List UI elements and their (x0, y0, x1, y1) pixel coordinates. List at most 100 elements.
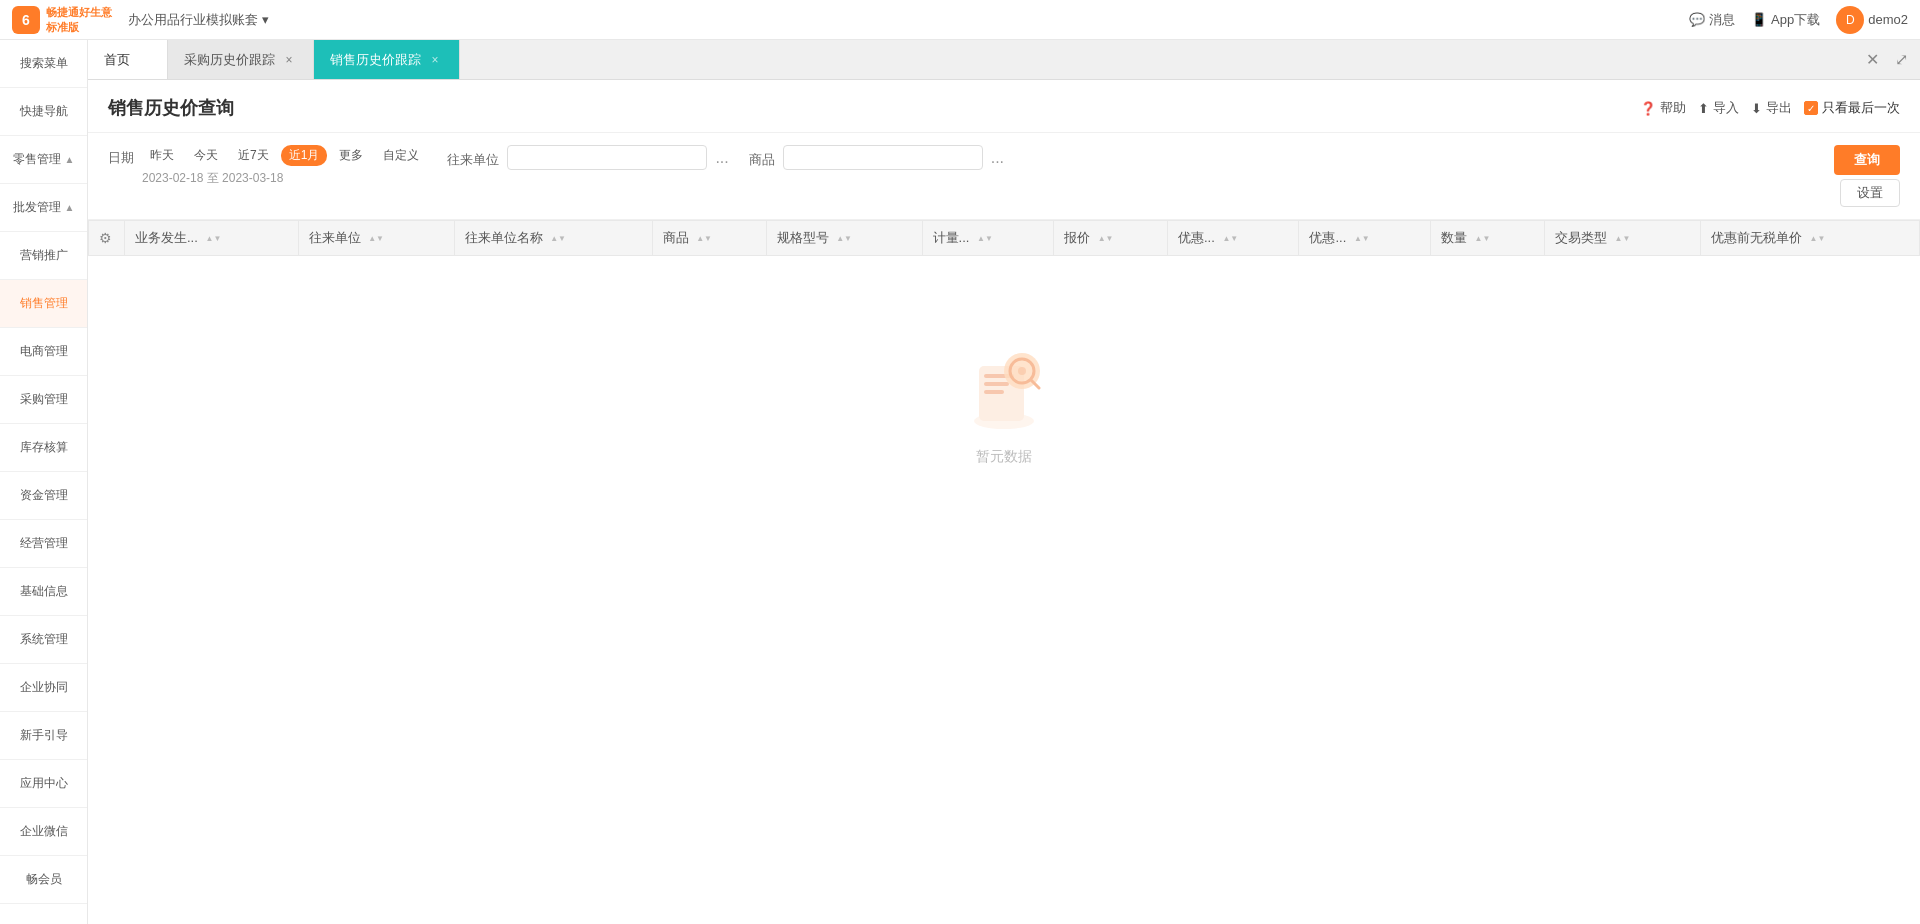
empty-text: 暂元数据 (976, 448, 1032, 466)
export-icon: ⬇ (1751, 101, 1762, 116)
col-trade-type[interactable]: 交易类型 ▲▼ (1544, 221, 1700, 256)
message-button[interactable]: 💬 消息 (1689, 11, 1735, 29)
col-pretax-price[interactable]: 优惠前无税单价 ▲▼ (1700, 221, 1919, 256)
sidebar-item-shortcut[interactable]: 快捷导航 (0, 88, 87, 136)
settings-button[interactable]: 设置 (1840, 179, 1900, 207)
sort-icon-quote: ▲▼ (1098, 234, 1114, 243)
retail-label: 零售管理 (13, 151, 61, 168)
avatar: D (1836, 6, 1864, 34)
sidebar-item-enterprise[interactable]: 企业协同 (0, 664, 87, 712)
table-header-row: ⚙ 业务发生... ▲▼ 往来单位 ▲▼ 往来单位名称 (89, 221, 1920, 256)
sidebar-item-guide[interactable]: 新手引导 (0, 712, 87, 760)
main-layout: 搜索菜单 快捷导航 零售管理 ▲ 批发管理 ▲ 营销推广 销售管理 电商管理 采… (0, 40, 1920, 924)
marketing-label: 营销推广 (20, 247, 68, 264)
sidebar-item-basic[interactable]: 基础信息 (0, 568, 87, 616)
tab-purchase-track[interactable]: 采购历史价跟踪 × (168, 40, 314, 79)
date-btn-yesterday[interactable]: 昨天 (142, 145, 182, 166)
empty-state: 暂元数据 (88, 256, 1920, 546)
sidebar-item-inventory[interactable]: 库存核算 (0, 424, 87, 472)
partner-filter-label: 往来单位 (447, 147, 499, 169)
sidebar-item-purchase[interactable]: 采购管理 (0, 376, 87, 424)
sidebar-item-system[interactable]: 系统管理 (0, 616, 87, 664)
app-download-button[interactable]: 📱 App下载 (1751, 11, 1820, 29)
close-window-icon[interactable]: ✕ (1862, 48, 1883, 71)
empty-illustration (954, 336, 1054, 436)
col-qty[interactable]: 数量 ▲▼ (1430, 221, 1544, 256)
query-button[interactable]: 查询 (1834, 145, 1900, 175)
sort-icon-biz-date: ▲▼ (205, 234, 221, 243)
import-icon: ⬆ (1698, 101, 1709, 116)
goods-dots-button[interactable]: ... (991, 149, 1004, 167)
date-btn-7days[interactable]: 近7天 (230, 145, 277, 166)
svg-point-8 (1018, 367, 1026, 375)
wholesale-label: 批发管理 (13, 199, 61, 216)
purchase-track-close-icon[interactable]: × (281, 52, 297, 68)
filter-bar: 日期 昨天 今天 近7天 近1月 更多 自定义 2023-02-18 至 202… (88, 133, 1920, 220)
date-btn-today[interactable]: 今天 (186, 145, 226, 166)
guide-label: 新手引导 (20, 727, 68, 744)
help-icon: ❓ (1640, 101, 1656, 116)
date-btn-1month[interactable]: 近1月 (281, 145, 328, 166)
export-button[interactable]: ⬇ 导出 (1751, 99, 1792, 117)
date-range-text: 2023-02-18 至 2023-03-18 (142, 170, 427, 187)
sidebar-item-finance[interactable]: 资金管理 (0, 472, 87, 520)
col-biz-date[interactable]: 业务发生... ▲▼ (125, 221, 299, 256)
col-partner-code[interactable]: 往来单位 ▲▼ (298, 221, 454, 256)
col-partner-name[interactable]: 往来单位名称 ▲▼ (454, 221, 652, 256)
date-btn-custom[interactable]: 自定义 (375, 145, 427, 166)
maximize-icon[interactable]: ⤢ (1891, 48, 1912, 71)
date-options: 昨天 今天 近7天 近1月 更多 自定义 2023-02-18 至 2023-0… (142, 145, 427, 187)
top-bar: 6 畅捷通好生意 标准版 办公用品行业模拟账套 ▾ 💬 消息 📱 App下载 D… (0, 0, 1920, 40)
col-discount2[interactable]: 优惠... ▲▼ (1299, 221, 1430, 256)
table-header: ⚙ 业务发生... ▲▼ 往来单位 ▲▼ 往来单位名称 (89, 221, 1920, 256)
page-header-actions: ❓ 帮助 ⬆ 导入 ⬇ 导出 ✓ 只看最后一次 (1640, 99, 1900, 117)
purchase-label: 采购管理 (20, 391, 68, 408)
tab-home[interactable]: 首页 (88, 40, 168, 79)
sales-track-close-icon[interactable]: × (427, 52, 443, 68)
data-table: ⚙ 业务发生... ▲▼ 往来单位 ▲▼ 往来单位名称 (88, 220, 1920, 256)
enterprise-label: 企业协同 (20, 679, 68, 696)
sort-icon-trade-type: ▲▼ (1615, 234, 1631, 243)
sidebar-item-member[interactable]: 畅会员 (0, 856, 87, 904)
sidebar-item-retail[interactable]: 零售管理 ▲ (0, 136, 87, 184)
goods-input[interactable] (783, 145, 983, 170)
col-quote[interactable]: 报价 ▲▼ (1054, 221, 1168, 256)
table-container: ⚙ 业务发生... ▲▼ 往来单位 ▲▼ 往来单位名称 (88, 220, 1920, 546)
home-tab-label: 首页 (104, 51, 130, 69)
logo-area: 6 畅捷通好生意 标准版 (12, 5, 112, 34)
sort-icon-discount2: ▲▼ (1354, 234, 1370, 243)
user-menu[interactable]: D demo2 (1836, 6, 1908, 34)
import-button[interactable]: ⬆ 导入 (1698, 99, 1739, 117)
partner-input[interactable] (507, 145, 707, 170)
sort-icon-qty: ▲▼ (1475, 234, 1491, 243)
app-selector[interactable]: 办公用品行业模拟账套 ▾ (120, 7, 277, 33)
logo-text: 畅捷通好生意 标准版 (46, 5, 112, 34)
sidebar-item-sales[interactable]: 销售管理 (0, 280, 87, 328)
help-button[interactable]: ❓ 帮助 (1640, 99, 1686, 117)
shortcut-label: 快捷导航 (20, 103, 68, 120)
svg-rect-4 (984, 390, 1004, 394)
chevron-down-icon: ▾ (262, 12, 269, 27)
sidebar-item-weixin[interactable]: 企业微信 (0, 808, 87, 856)
member-label: 畅会员 (26, 871, 62, 888)
tab-sales-track[interactable]: 销售历史价跟踪 × (314, 40, 460, 79)
sidebar-item-wholesale[interactable]: 批发管理 ▲ (0, 184, 87, 232)
sidebar-item-operation[interactable]: 经营管理 (0, 520, 87, 568)
filter-actions-right: 查询 设置 (1834, 145, 1900, 207)
sidebar-item-appstore[interactable]: 应用中心 (0, 760, 87, 808)
sidebar-item-ecommerce[interactable]: 电商管理 (0, 328, 87, 376)
col-goods[interactable]: 商品 ▲▼ (652, 221, 766, 256)
date-btn-more[interactable]: 更多 (331, 145, 371, 166)
sidebar-item-search[interactable]: 搜索菜单 (0, 40, 87, 88)
col-unit[interactable]: 计量... ▲▼ (922, 221, 1053, 256)
search-label: 搜索菜单 (20, 55, 68, 72)
col-discount1[interactable]: 优惠... ▲▼ (1167, 221, 1298, 256)
goods-filter-group: 商品 ... (749, 145, 1004, 170)
gear-icon[interactable]: ⚙ (99, 230, 112, 246)
goods-filter-label: 商品 (749, 147, 775, 169)
col-spec[interactable]: 规格型号 ▲▼ (766, 221, 922, 256)
partner-dots-button[interactable]: ... (715, 149, 728, 167)
only-latest-checkbox[interactable]: ✓ 只看最后一次 (1804, 99, 1900, 117)
sidebar-item-marketing[interactable]: 营销推广 (0, 232, 87, 280)
sort-icon-partner-name: ▲▼ (550, 234, 566, 243)
